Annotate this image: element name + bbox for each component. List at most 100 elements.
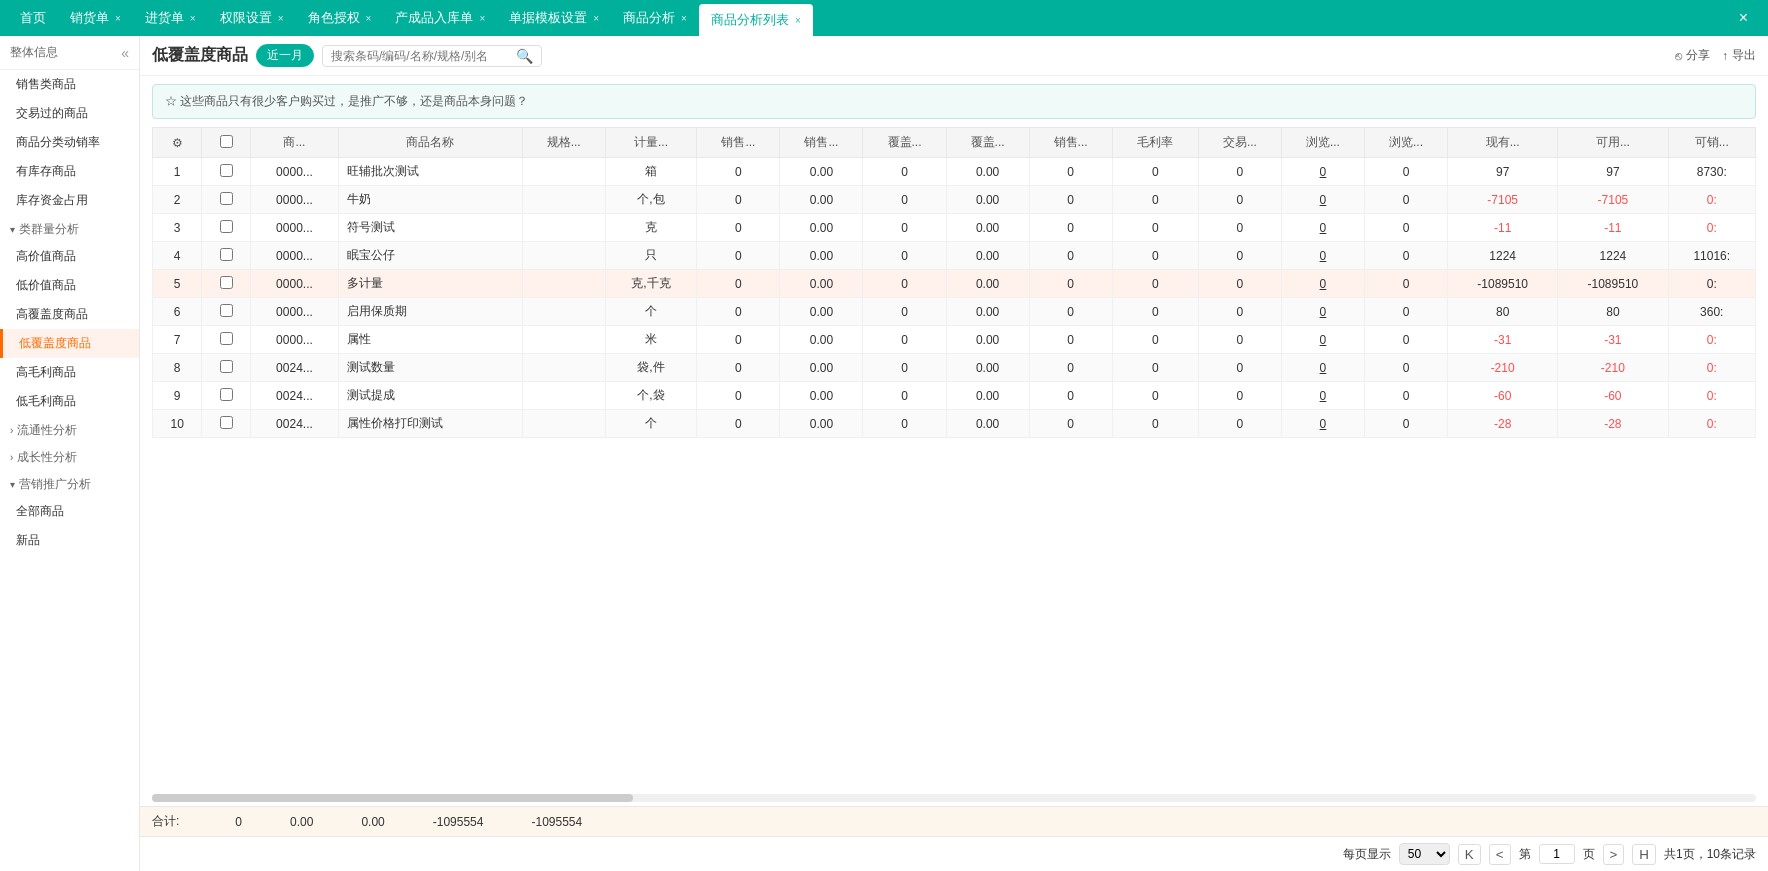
close-purchase-icon[interactable]: × — [190, 13, 196, 24]
sidebar-collapse-button[interactable]: « — [121, 45, 129, 61]
cell-checkbox[interactable] — [202, 214, 251, 242]
cell-browse1[interactable]: 0 — [1281, 298, 1364, 326]
row-checkbox[interactable] — [220, 248, 233, 261]
nav-tab-purchase[interactable]: 进货单 × — [133, 0, 208, 36]
cell-browse1[interactable]: 0 — [1281, 382, 1364, 410]
first-page-button[interactable]: K — [1458, 844, 1481, 865]
close-role-icon[interactable]: × — [366, 13, 372, 24]
search-icon[interactable]: 🔍 — [516, 48, 533, 64]
sidebar-item-stock-fund[interactable]: 库存资金占用 — [0, 186, 139, 215]
nav-tab-product-in[interactable]: 产成品入库单 × — [383, 0, 497, 36]
close-goods-analysis-icon[interactable]: × — [681, 13, 687, 24]
window-close-button[interactable]: × — [1727, 9, 1760, 27]
cell-checkbox[interactable] — [202, 382, 251, 410]
sidebar-item-new-goods[interactable]: 新品 — [0, 526, 139, 555]
cell-checkbox[interactable] — [202, 326, 251, 354]
nav-tab-role[interactable]: 角色授权 × — [296, 0, 384, 36]
col-cover2[interactable]: 覆盖... — [946, 128, 1029, 158]
row-checkbox[interactable] — [220, 304, 233, 317]
cell-browse1[interactable]: 0 — [1281, 270, 1364, 298]
col-settings[interactable]: ⚙ — [153, 128, 202, 158]
filter-recent-month-button[interactable]: 近一月 — [256, 44, 314, 67]
col-current-stock[interactable]: 现有... — [1448, 128, 1558, 158]
col-unit[interactable]: 计量... — [605, 128, 697, 158]
close-product-in-icon[interactable]: × — [479, 13, 485, 24]
row-checkbox[interactable] — [220, 360, 233, 373]
cell-browse1[interactable]: 0 — [1281, 242, 1364, 270]
sidebar-item-traded-goods[interactable]: 交易过的商品 — [0, 99, 139, 128]
sidebar-group-growth[interactable]: › 成长性分析 — [0, 443, 139, 470]
col-sales-qty[interactable]: 销售... — [697, 128, 780, 158]
sidebar-item-low-gross[interactable]: 低毛利商品 — [0, 387, 139, 416]
cell-sales-qty: 0 — [697, 298, 780, 326]
next-page-button[interactable]: > — [1603, 844, 1625, 865]
sidebar-item-high-value[interactable]: 高价值商品 — [0, 242, 139, 271]
sidebar-item-category-rate[interactable]: 商品分类动销率 — [0, 128, 139, 157]
page-number-input[interactable] — [1539, 844, 1575, 864]
col-spec[interactable]: 规格... — [522, 128, 605, 158]
nav-tab-template[interactable]: 单据模板设置 × — [497, 0, 611, 36]
cell-browse1[interactable]: 0 — [1281, 354, 1364, 382]
row-checkbox[interactable] — [220, 220, 233, 233]
col-available-stock[interactable]: 可用... — [1558, 128, 1668, 158]
sidebar-item-low-value[interactable]: 低价值商品 — [0, 271, 139, 300]
nav-tab-sales[interactable]: 销货单 × — [58, 0, 133, 36]
cell-checkbox[interactable] — [202, 242, 251, 270]
prev-page-button[interactable]: < — [1489, 844, 1511, 865]
close-sales-icon[interactable]: × — [115, 13, 121, 24]
close-goods-list-icon[interactable]: × — [795, 15, 801, 26]
cell-browse1[interactable]: 0 — [1281, 158, 1364, 186]
cell-checkbox[interactable] — [202, 410, 251, 438]
sidebar-item-high-gross[interactable]: 高毛利商品 — [0, 358, 139, 387]
cell-checkbox[interactable] — [202, 186, 251, 214]
sidebar-item-high-coverage[interactable]: 高覆盖度商品 — [0, 300, 139, 329]
last-page-button[interactable]: H — [1632, 844, 1656, 865]
col-sales-amount[interactable]: 销售... — [780, 128, 863, 158]
sidebar-item-low-coverage[interactable]: 低覆盖度商品 — [0, 329, 139, 358]
row-checkbox[interactable] — [220, 276, 233, 289]
close-template-icon[interactable]: × — [593, 13, 599, 24]
sidebar-item-stock-goods[interactable]: 有库存商品 — [0, 157, 139, 186]
sidebar-group-marketing[interactable]: ▾ 营销推广分析 — [0, 470, 139, 497]
close-permission-icon[interactable]: × — [278, 13, 284, 24]
col-sales-days[interactable]: 销售... — [1029, 128, 1112, 158]
col-code[interactable]: 商... — [251, 128, 338, 158]
row-checkbox[interactable] — [220, 388, 233, 401]
col-cover1[interactable]: 覆盖... — [863, 128, 946, 158]
nav-tab-home[interactable]: 首页 — [8, 0, 58, 36]
sidebar-item-sales-goods[interactable]: 销售类商品 — [0, 70, 139, 99]
cell-spec — [522, 298, 605, 326]
col-gross-margin[interactable]: 毛利率 — [1112, 128, 1198, 158]
cell-browse1[interactable]: 0 — [1281, 326, 1364, 354]
cell-checkbox[interactable] — [202, 298, 251, 326]
select-all-checkbox[interactable] — [220, 135, 233, 148]
per-page-select[interactable]: 50 100 — [1399, 843, 1450, 865]
col-sellable[interactable]: 可销... — [1668, 128, 1756, 158]
col-checkbox[interactable] — [202, 128, 251, 158]
share-button[interactable]: ⎋ 分享 — [1675, 47, 1710, 64]
horizontal-scrollbar[interactable] — [152, 794, 1756, 802]
nav-tab-goods-analysis-list[interactable]: 商品分析列表 × — [699, 4, 813, 36]
cell-checkbox[interactable] — [202, 158, 251, 186]
cell-available-stock: 97 — [1558, 158, 1668, 186]
col-browse1[interactable]: 浏览... — [1281, 128, 1364, 158]
col-browse2[interactable]: 浏览... — [1364, 128, 1447, 158]
sidebar-item-all-goods[interactable]: 全部商品 — [0, 497, 139, 526]
export-button[interactable]: ↑ 导出 — [1722, 47, 1756, 64]
sidebar-group-cluster[interactable]: ▾ 类群量分析 — [0, 215, 139, 242]
row-checkbox[interactable] — [220, 332, 233, 345]
cell-browse1[interactable]: 0 — [1281, 214, 1364, 242]
row-checkbox[interactable] — [220, 416, 233, 429]
row-checkbox[interactable] — [220, 192, 233, 205]
cell-checkbox[interactable] — [202, 270, 251, 298]
col-trade[interactable]: 交易... — [1198, 128, 1281, 158]
nav-tab-goods-analysis[interactable]: 商品分析 × — [611, 0, 699, 36]
row-checkbox[interactable] — [220, 164, 233, 177]
cell-browse1[interactable]: 0 — [1281, 186, 1364, 214]
cell-browse1[interactable]: 0 — [1281, 410, 1364, 438]
cell-checkbox[interactable] — [202, 354, 251, 382]
sidebar-group-circulation[interactable]: › 流通性分析 — [0, 416, 139, 443]
search-input[interactable] — [331, 49, 516, 63]
col-name[interactable]: 商品名称 — [338, 128, 522, 158]
nav-tab-permission[interactable]: 权限设置 × — [208, 0, 296, 36]
